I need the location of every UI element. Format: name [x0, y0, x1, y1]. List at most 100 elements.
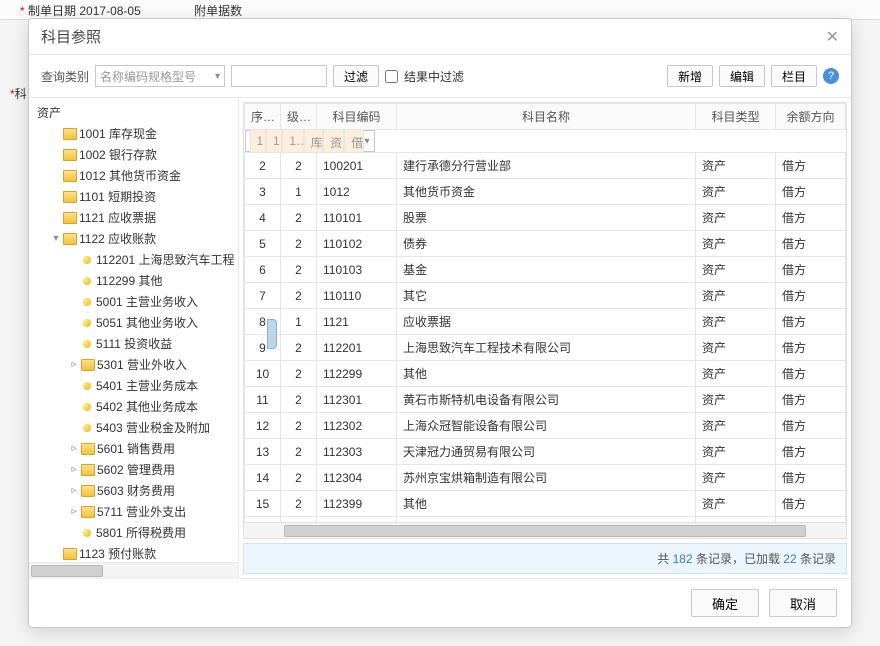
leaf-icon — [83, 256, 91, 264]
filter-in-result-label: 结果中过滤 — [404, 68, 464, 85]
filter-button[interactable]: 过滤 — [333, 65, 379, 87]
folder-icon — [63, 128, 77, 140]
expand-icon[interactable]: ▹ — [69, 485, 79, 496]
tree-node[interactable]: ▹ 5603 财务费用 — [29, 480, 238, 501]
tree-node-label: 5801 所得税费用 — [96, 524, 186, 541]
ok-button[interactable]: 确定 — [691, 589, 759, 617]
table-row[interactable]: 22100201建行承德分行营业部资产借方 — [245, 153, 846, 179]
tree-node[interactable]: 5401 主营业务成本 — [29, 375, 238, 396]
tree-node[interactable]: 1123 预付账款 — [29, 543, 238, 562]
expand-icon[interactable]: ▹ — [69, 443, 79, 454]
column-header[interactable]: 余额方向 — [776, 104, 846, 130]
background-field-label: *科 — [10, 85, 27, 102]
table-cell: 上海众冠智能设备有限公司 — [397, 413, 696, 439]
tree-node[interactable]: ▾ 1122 应收账款 — [29, 228, 238, 249]
column-header[interactable]: 级次 — [281, 104, 317, 130]
table-row[interactable]: 92112201上海思致汽车工程技术有限公司资产借方 — [245, 335, 846, 361]
tree-node[interactable]: 5111 投资收益 — [29, 333, 238, 354]
table-row[interactable]: 62110103基金资产借方 — [245, 257, 846, 283]
table-row[interactable]: 142112304苏州京宝烘箱制造有限公司资产借方 — [245, 465, 846, 491]
table-row[interactable]: 52110102债券资产借方 — [245, 231, 846, 257]
table-cell: 其它 — [397, 283, 696, 309]
tree-node[interactable]: 1101 短期投资 — [29, 186, 238, 207]
help-icon[interactable]: ? — [823, 68, 839, 84]
tree-node[interactable]: 5403 营业税金及附加 — [29, 417, 238, 438]
expand-icon[interactable]: ▹ — [69, 506, 79, 517]
splitter-handle[interactable] — [267, 319, 277, 349]
column-header[interactable]: 科目名称 — [397, 104, 696, 130]
tree-node[interactable]: ▹ 5601 销售费用 — [29, 438, 238, 459]
subject-tree[interactable]: 资产 1001 库存现金 1002 银行存款 1012 其他货币资金 1101 … — [29, 98, 238, 562]
add-button[interactable]: 新增 — [667, 65, 713, 87]
table-cell: 资产 — [696, 283, 776, 309]
column-header[interactable]: 科目类型 — [696, 104, 776, 130]
tree-node[interactable]: 5051 其他业务收入 — [29, 312, 238, 333]
table-row[interactable]: 311012其他货币资金资产借方 — [245, 179, 846, 205]
table-row[interactable]: 122112302上海众冠智能设备有限公司资产借方 — [245, 413, 846, 439]
search-category-label: 查询类别 — [41, 68, 89, 85]
table-cell: 1001 — [282, 129, 303, 153]
table-cell: 借方 — [344, 129, 364, 153]
search-category-select[interactable]: 名称编码规格型号 — [95, 65, 225, 87]
grid-horizontal-scrollbar[interactable] — [243, 523, 847, 539]
tree-node[interactable]: ▹ 5711 营业外支出 — [29, 501, 238, 522]
table-cell: 其他货币资金 — [397, 179, 696, 205]
collapse-icon[interactable]: ▾ — [51, 233, 61, 244]
search-input[interactable] — [231, 65, 327, 87]
table-row[interactable]: 112112301黄石市斯特机电设备有限公司资产借方 — [245, 387, 846, 413]
table-row[interactable]: 152112399其他资产借方 — [245, 491, 846, 517]
tree-node[interactable]: 5402 其他业务成本 — [29, 396, 238, 417]
cancel-button[interactable]: 取消 — [769, 589, 837, 617]
table-cell: 资产 — [696, 387, 776, 413]
column-header[interactable]: 序号 — [245, 104, 281, 130]
subject-reference-dialog: 科目参照 ✕ 查询类别 名称编码规格型号 过滤 结果中过滤 新增 编辑 栏目 ?… — [28, 18, 852, 628]
table-cell: 13 — [245, 439, 281, 465]
table-cell: 库存现金 — [304, 129, 323, 153]
toolbar: 查询类别 名称编码规格型号 过滤 结果中过滤 新增 编辑 栏目 ? — [29, 55, 851, 98]
tree-node[interactable]: 1012 其他货币资金 — [29, 165, 238, 186]
tree-node[interactable]: ▹ 5301 营业外收入 — [29, 354, 238, 375]
column-header[interactable]: 科目编码 — [317, 104, 397, 130]
table-cell: 资产 — [696, 465, 776, 491]
status-bar: 共 182 条记录，已加载 22 条记录 — [243, 543, 847, 574]
tree-node-label: 1012 其他货币资金 — [79, 167, 181, 184]
table-cell: 112299 — [317, 361, 397, 387]
tree-node[interactable]: 1121 应收票据 — [29, 207, 238, 228]
table-cell: 1 — [250, 129, 266, 153]
table-row[interactable]: 132112303天津冠力通贸易有限公司资产借方 — [245, 439, 846, 465]
tree-node[interactable]: 5801 所得税费用 — [29, 522, 238, 543]
tree-node[interactable]: 1002 银行存款 — [29, 144, 238, 165]
table-cell: 2 — [281, 257, 317, 283]
table-row[interactable]: 811121应收票据资产借方 — [245, 309, 846, 335]
table-row[interactable]: 72110110其它资产借方 — [245, 283, 846, 309]
expand-icon[interactable]: ▹ — [69, 359, 79, 370]
table-cell: 天津冠力通贸易有限公司 — [397, 439, 696, 465]
close-icon[interactable]: ✕ — [826, 27, 839, 47]
tree-node[interactable]: 1001 库存现金 — [29, 123, 238, 144]
table-row[interactable]: 102112299其他资产借方 — [245, 361, 846, 387]
tree-node-label: 112201 上海思致汽车工程 — [96, 251, 235, 268]
folder-icon — [81, 359, 95, 371]
table-cell: 借方 — [776, 491, 846, 517]
table-cell: 股票 — [397, 205, 696, 231]
table-cell: 112303 — [317, 439, 397, 465]
tree-root[interactable]: 资产 — [29, 102, 238, 123]
tree-node[interactable]: 112201 上海思致汽车工程 — [29, 249, 238, 270]
leaf-icon — [83, 319, 91, 327]
tree-node[interactable]: ▹ 5602 管理费用 — [29, 459, 238, 480]
table-cell: 黄石市斯特机电设备有限公司 — [397, 387, 696, 413]
edit-button[interactable]: 编辑 — [719, 65, 765, 87]
column-button[interactable]: 栏目 — [771, 65, 817, 87]
table-cell: 借方 — [776, 335, 846, 361]
expand-icon[interactable]: ▹ — [69, 464, 79, 475]
tree-node[interactable]: 112299 其他 — [29, 270, 238, 291]
filter-in-result-checkbox[interactable] — [385, 70, 398, 83]
dialog-footer: 确定 取消 — [29, 578, 851, 627]
table-row[interactable]: 111001库存现金资产借方 — [245, 130, 375, 152]
tree-horizontal-scrollbar[interactable] — [29, 562, 238, 578]
table-cell: 1012 — [317, 179, 397, 205]
table-row[interactable]: 42110101股票资产借方 — [245, 205, 846, 231]
tree-node[interactable]: 5001 主营业务收入 — [29, 291, 238, 312]
table-cell: 其他 — [397, 361, 696, 387]
table-cell: 资产 — [696, 413, 776, 439]
